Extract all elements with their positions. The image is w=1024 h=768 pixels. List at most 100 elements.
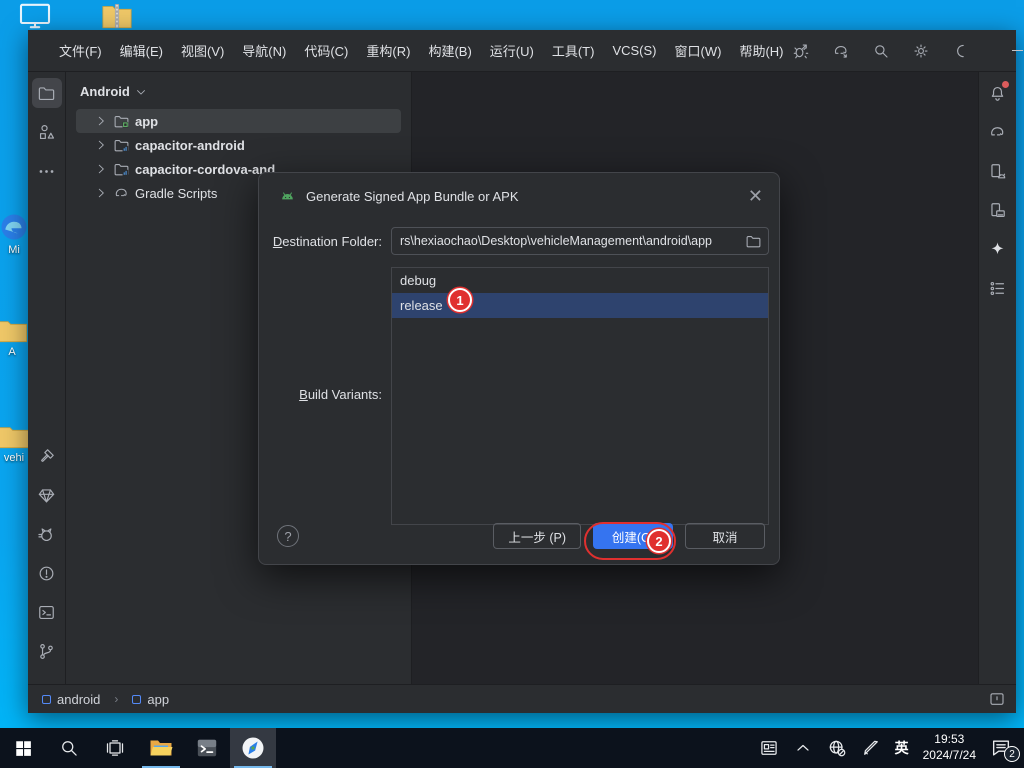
breadcrumb-android[interactable]: android [57,692,100,707]
chevron-right-icon[interactable] [94,162,108,176]
app-module-folder-icon [114,115,129,128]
terminal-button[interactable] [184,728,230,768]
profiler-icon[interactable] [792,42,810,60]
previous-step-button[interactable]: 上一步 (P) [493,523,581,549]
destination-folder-field[interactable] [391,227,769,255]
variant-label: debug [400,273,437,288]
tree-item-label: Gradle Scripts [135,185,218,201]
start-button[interactable] [0,728,46,768]
android-icon [282,191,293,199]
tree-item-app[interactable]: app [76,109,401,133]
chevron-right-icon[interactable] [94,114,108,128]
build-variants-label: Build Variants: [299,387,382,402]
project-view-selector[interactable]: Android [66,80,411,109]
dialog-close-icon[interactable]: ✕ [748,187,763,205]
project-folder-icon[interactable] [31,78,62,108]
app-insights-icon[interactable] [32,480,62,510]
breadcrumb[interactable]: android › app [42,692,169,707]
code-with-me-icon[interactable] [952,42,970,60]
taskbar-clock[interactable]: 19:53 2024/7/24 [923,732,976,763]
dialog-title: Generate Signed App Bundle or APK [306,188,519,204]
terminal-icon[interactable] [32,597,62,627]
search-everywhere-icon[interactable] [872,42,890,60]
project-view-label: Android [80,84,130,99]
device-manager-icon[interactable] [983,156,1013,186]
build-variants-list: debug release [391,267,769,525]
breadcrumb-separator-icon: › [114,692,119,706]
chevron-right-icon[interactable] [94,186,108,200]
ime-language-indicator[interactable]: 英 [895,738,909,758]
pen-workspace-icon[interactable] [861,738,881,758]
taskbar-search-button[interactable] [46,728,92,768]
build-icon[interactable] [32,441,62,471]
task-view-button[interactable] [92,728,138,768]
android-studio-button[interactable] [230,728,276,768]
running-devices-icon[interactable] [983,195,1013,225]
gradle-sync-icon[interactable] [832,42,850,60]
menu-file[interactable]: 文件(F) [50,36,111,65]
breadcrumb-app[interactable]: app [147,692,169,707]
left-tool-strip [28,72,66,684]
library-module-folder-icon [114,139,129,152]
help-button[interactable]: ? [277,525,299,547]
gradle-elephant-icon [115,188,127,196]
network-no-internet-icon[interactable] [827,738,847,758]
menu-code[interactable]: 代码(C) [295,36,357,65]
variant-debug[interactable]: debug [392,268,768,293]
notification-badge-dot [1001,81,1009,88]
status-bar: android › app [28,684,1016,713]
notifications-icon[interactable] [983,78,1013,108]
module-icon [132,694,142,704]
clock-time: 19:53 [934,732,965,747]
desktop-icon-this-pc[interactable] [18,2,52,32]
desktop-icon-zip-folder[interactable] [100,0,134,32]
right-tool-strip [978,72,1016,684]
notification-center-icon[interactable]: 2 [990,737,1020,762]
minimize-button[interactable] [1002,36,1024,66]
tree-item-capacitor-android[interactable]: capacitor-android [76,133,401,157]
menu-window[interactable]: 窗口(W) [666,36,731,65]
variant-label: release [400,298,443,313]
status-right-icon[interactable] [988,690,1006,708]
dialog-footer: ? 上一步 (P) 创建(C) 取消 [259,508,779,564]
cancel-button[interactable]: 取消 [685,523,765,549]
windows-taskbar: 英 19:53 2024/7/24 2 [0,728,1024,768]
structure-icon[interactable] [983,273,1013,303]
annotation-step-2: 2 [647,529,671,553]
version-control-icon[interactable] [32,636,62,666]
notification-count-badge: 2 [1004,746,1020,762]
menu-run[interactable]: 运行(U) [481,36,543,65]
logcat-icon[interactable] [32,519,62,549]
menu-edit[interactable]: 编辑(E) [111,36,172,65]
destination-folder-input[interactable] [400,234,745,248]
browse-folder-icon[interactable] [745,233,762,250]
tree-item-label: capacitor-cordova-and [135,161,276,177]
library-module-folder-icon [114,163,129,176]
tree-item-label: capacitor-android [135,137,245,153]
generate-signed-apk-dialog: Generate Signed App Bundle or APK ✕ Dest… [258,172,780,565]
annotation-step-1: 1 [448,288,472,312]
menu-navigate[interactable]: 导航(N) [233,36,295,65]
widgets-news-icon[interactable] [759,738,779,758]
chevron-right-icon[interactable] [94,138,108,152]
file-explorer-button[interactable] [138,728,184,768]
menu-help[interactable]: 帮助(H) [730,36,792,65]
menu-vcs[interactable]: VCS(S) [603,38,665,63]
menu-build[interactable]: 构建(B) [419,36,480,65]
title-bar: 文件(F) 编辑(E) 视图(V) 导航(N) 代码(C) 重构(R) 构建(B… [28,30,1023,72]
gradle-icon[interactable] [983,117,1013,147]
resource-manager-icon[interactable] [32,117,62,147]
gemini-icon[interactable] [983,234,1013,264]
dialog-header: Generate Signed App Bundle or APK ✕ [259,173,779,219]
chevron-down-icon [136,89,145,94]
module-icon [42,694,51,704]
settings-icon[interactable] [912,42,930,60]
clock-date: 2024/7/24 [922,748,976,762]
menu-view[interactable]: 视图(V) [172,36,233,65]
destination-folder-label: Destination Folder: [272,234,382,249]
tray-expand-icon[interactable] [793,738,813,758]
more-tools-icon[interactable] [32,156,62,186]
menu-tools[interactable]: 工具(T) [543,36,604,65]
problems-icon[interactable] [32,558,62,588]
menu-refactor[interactable]: 重构(R) [357,36,419,65]
